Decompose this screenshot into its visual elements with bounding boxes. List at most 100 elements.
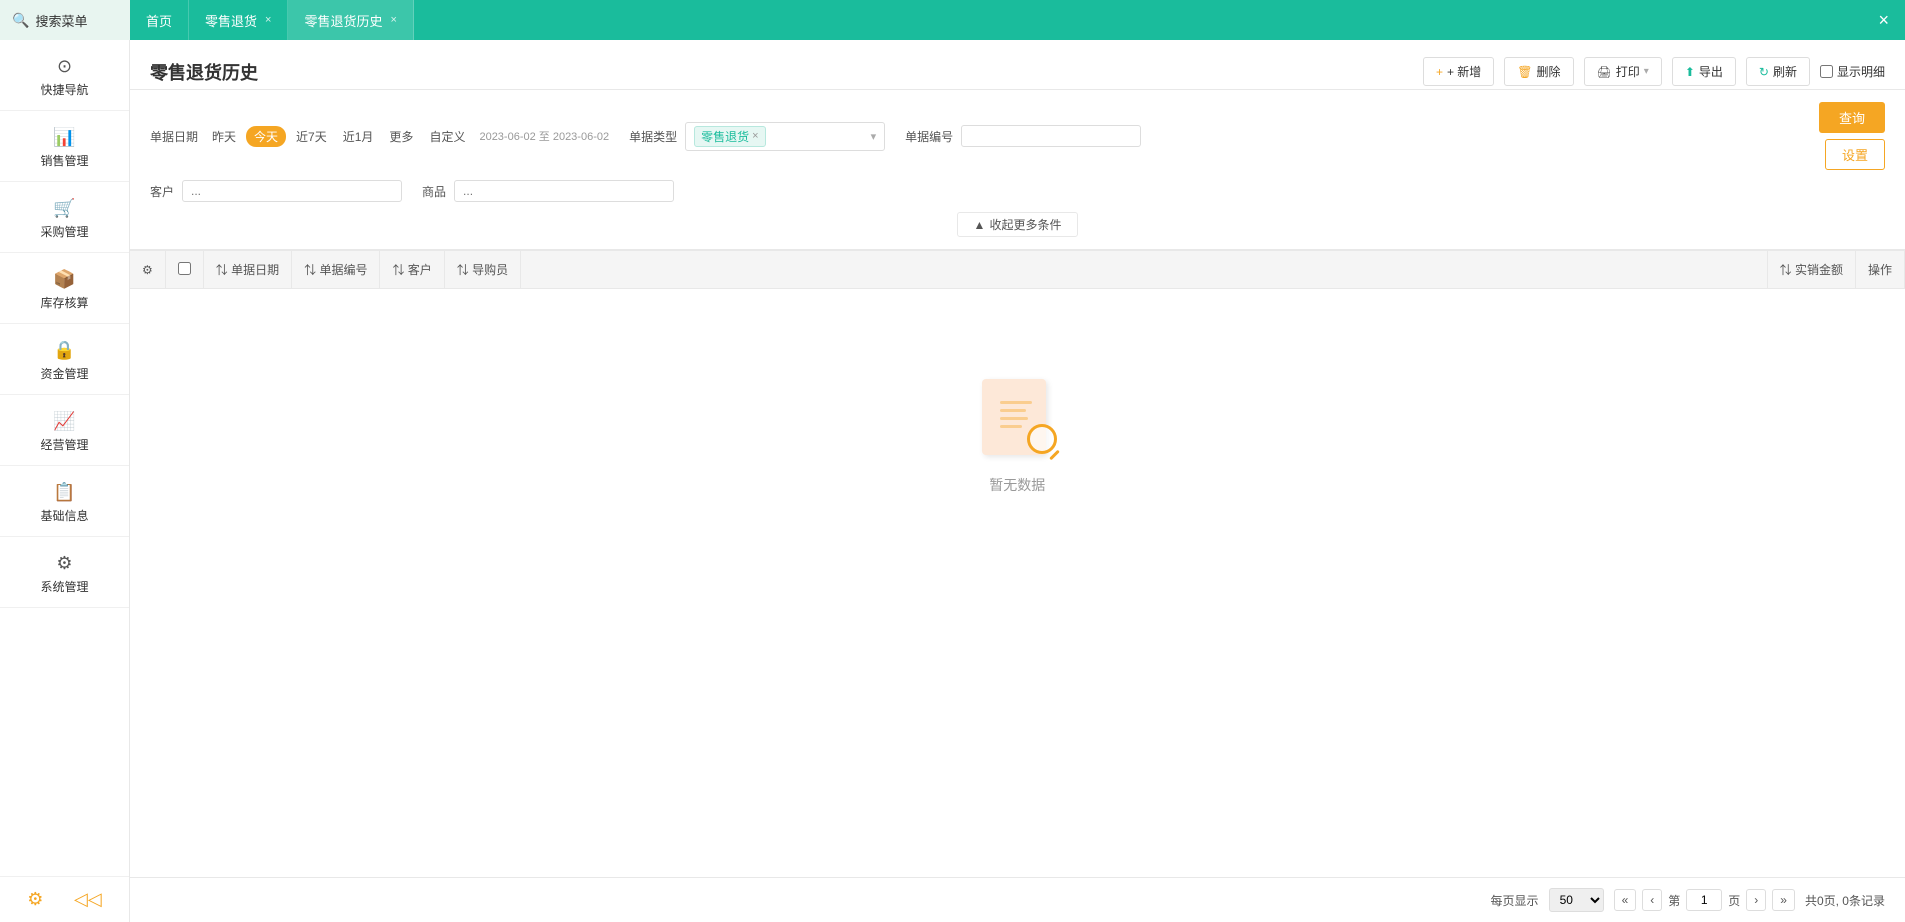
select-all-checkbox[interactable] — [178, 262, 191, 275]
content-area: 零售退货历史 + + 新增 🗑 删除 🖨 打印 ▾ ⬆ 导出 — [130, 40, 1905, 922]
th-doc-date-label: ⇅ 单据日期 — [216, 263, 279, 277]
date-today-btn[interactable]: 今天 — [246, 126, 286, 147]
first-page-button[interactable]: « — [1614, 889, 1637, 911]
sidebar-item-base-info[interactable]: 📋 基础信息 — [0, 466, 129, 537]
base-info-icon: 📋 — [53, 482, 75, 503]
tab-retail-return-history[interactable]: 零售退货历史 × — [288, 0, 413, 40]
date-filter-label: 单据日期 — [150, 128, 198, 145]
doc-type-select[interactable]: 零售退货 × ▾ — [685, 122, 885, 151]
doc-num-input[interactable] — [961, 125, 1141, 147]
sidebar-item-system[interactable]: ⚙ 系统管理 — [0, 537, 129, 608]
last-page-button[interactable]: » — [1772, 889, 1795, 911]
total-records: 共0页, 0条记录 — [1805, 892, 1885, 909]
finance-icon: 🔒 — [53, 340, 75, 361]
export-icon: ⬆ — [1685, 65, 1695, 79]
top-bar: 🔍 搜索菜单 首页 零售退货 × 零售退货历史 × × — [0, 0, 1905, 40]
th-doc-num: ⇅ 单据编号 — [292, 251, 380, 289]
purchase-icon: 🛒 — [53, 198, 75, 219]
volume-bottom-icon[interactable]: ◁◁ — [74, 889, 102, 910]
goods-label: 商品 — [422, 183, 446, 200]
page-size-label: 每页显示 — [1491, 892, 1539, 909]
tab-home[interactable]: 首页 — [130, 0, 189, 40]
show-detail-checkbox[interactable] — [1820, 65, 1833, 78]
search-menu[interactable]: 🔍 搜索菜单 — [0, 0, 130, 40]
new-icon: + — [1436, 65, 1443, 79]
date-filter-buttons: 昨天 今天 近7天 近1月 更多 自定义 — [206, 126, 471, 147]
quick-nav-icon: ⊙ — [57, 56, 72, 77]
sidebar-item-sales[interactable]: 📊 销售管理 — [0, 111, 129, 182]
customer-filter-item: 客户 — [150, 180, 402, 202]
doc-num-filter-item: 单据编号 — [905, 125, 1141, 147]
table-footer: 每页显示 50 10 20 100 « ‹ 第 页 › » 共0页, 0条记录 — [130, 877, 1905, 922]
refresh-button[interactable]: ↻ 刷新 — [1746, 57, 1810, 86]
refresh-icon: ↻ — [1759, 65, 1769, 79]
print-dropdown-icon[interactable]: ▾ — [1644, 66, 1649, 77]
goods-filter-item: 商品 — [422, 180, 674, 202]
doc-line-4 — [1000, 425, 1022, 428]
print-button[interactable]: 🖨 打印 ▾ — [1584, 57, 1662, 86]
query-button[interactable]: 查询 — [1819, 102, 1885, 133]
sidebar-item-purchase[interactable]: 🛒 采购管理 — [0, 182, 129, 253]
date-7days-btn[interactable]: 近7天 — [290, 126, 333, 147]
settings-bottom-icon[interactable]: ⚙ — [27, 889, 43, 910]
date-1month-btn[interactable]: 近1月 — [337, 126, 380, 147]
setting-button[interactable]: 设置 — [1825, 139, 1885, 170]
sidebar-bottom: ⚙ ◁◁ — [0, 876, 129, 922]
next-page-button[interactable]: › — [1746, 889, 1766, 911]
th-doc-num-label: ⇅ 单据编号 — [304, 263, 367, 277]
operations-icon: 📈 — [53, 411, 75, 432]
page-header: 零售退货历史 + + 新增 🗑 删除 🖨 打印 ▾ ⬆ 导出 — [130, 40, 1905, 90]
doc-type-dropdown-icon[interactable]: ▾ — [871, 130, 877, 143]
collapse-label: 收起更多条件 — [989, 216, 1061, 233]
table-header-row: ⚙ ⇅ 单据日期 ⇅ 单据编号 ⇅ 客户 — [130, 251, 1905, 289]
date-yesterday-btn[interactable]: 昨天 — [206, 126, 242, 147]
customer-label: 客户 — [150, 183, 174, 200]
sidebar-item-sales-label: 销售管理 — [40, 152, 88, 169]
prev-page-button[interactable]: ‹ — [1642, 889, 1662, 911]
sidebar-item-operations[interactable]: 📈 经营管理 — [0, 395, 129, 466]
tab-retail-return-close[interactable]: × — [265, 14, 271, 26]
th-actions-label: 操作 — [1868, 263, 1892, 277]
sales-icon: 📊 — [53, 127, 75, 148]
sidebar-item-quick-nav[interactable]: ⊙ 快捷导航 — [0, 40, 129, 111]
doc-lines — [1000, 401, 1032, 433]
date-filter-item: 单据日期 昨天 今天 近7天 近1月 更多 自定义 2023-06-02 至 2… — [150, 126, 609, 147]
search-menu-label: 搜索菜单 — [35, 11, 87, 30]
tab-retail-return[interactable]: 零售退货 × — [189, 0, 288, 40]
column-settings-icon[interactable]: ⚙ — [142, 263, 153, 277]
filter-row-2: 客户 商品 — [150, 180, 1885, 202]
customer-input[interactable] — [182, 180, 402, 202]
filter-row-1: 单据日期 昨天 今天 近7天 近1月 更多 自定义 2023-06-02 至 2… — [150, 102, 1885, 170]
th-guide-label: ⇅ 导购员 — [457, 263, 508, 277]
new-button[interactable]: + + 新增 — [1423, 57, 1494, 86]
sidebar-item-finance-label: 资金管理 — [40, 365, 88, 382]
export-button-label: 导出 — [1699, 63, 1723, 80]
sidebar-item-system-label: 系统管理 — [40, 578, 88, 595]
system-icon: ⚙ — [56, 553, 72, 574]
empty-state: 暂无数据 — [130, 289, 1905, 575]
collapse-button[interactable]: ▲ 收起更多条件 — [957, 212, 1079, 237]
data-table: ⚙ ⇅ 单据日期 ⇅ 单据编号 ⇅ 客户 — [130, 251, 1905, 575]
show-detail-label-text: 显示明细 — [1837, 63, 1885, 80]
date-custom-btn[interactable]: 自定义 — [423, 126, 471, 147]
tab-retail-return-history-close[interactable]: × — [390, 14, 396, 26]
export-button[interactable]: ⬆ 导出 — [1672, 57, 1736, 86]
date-range-display: 2023-06-02 至 2023-06-02 — [479, 128, 609, 144]
print-button-label: 打印 — [1616, 63, 1640, 80]
goods-input[interactable] — [454, 180, 674, 202]
sidebar-item-inventory[interactable]: 📦 库存核算 — [0, 253, 129, 324]
date-more-btn[interactable]: 更多 — [383, 126, 419, 147]
tab-home-label: 首页 — [146, 11, 172, 30]
doc-type-label: 单据类型 — [629, 128, 677, 145]
doc-type-tag-close[interactable]: × — [752, 130, 758, 142]
th-doc-date: ⇅ 单据日期 — [203, 251, 291, 289]
page-title: 零售退货历史 — [150, 59, 258, 85]
page-number-input[interactable] — [1686, 889, 1722, 911]
table-area: ⚙ ⇅ 单据日期 ⇅ 单据编号 ⇅ 客户 — [130, 251, 1905, 877]
page-size-select[interactable]: 50 10 20 100 — [1549, 888, 1604, 912]
th-customer: ⇅ 客户 — [380, 251, 444, 289]
window-close-button[interactable]: × — [1862, 10, 1905, 31]
delete-button[interactable]: 🗑 删除 — [1504, 57, 1573, 86]
sidebar-item-finance[interactable]: 🔒 资金管理 — [0, 324, 129, 395]
search-icon: 🔍 — [12, 12, 29, 29]
